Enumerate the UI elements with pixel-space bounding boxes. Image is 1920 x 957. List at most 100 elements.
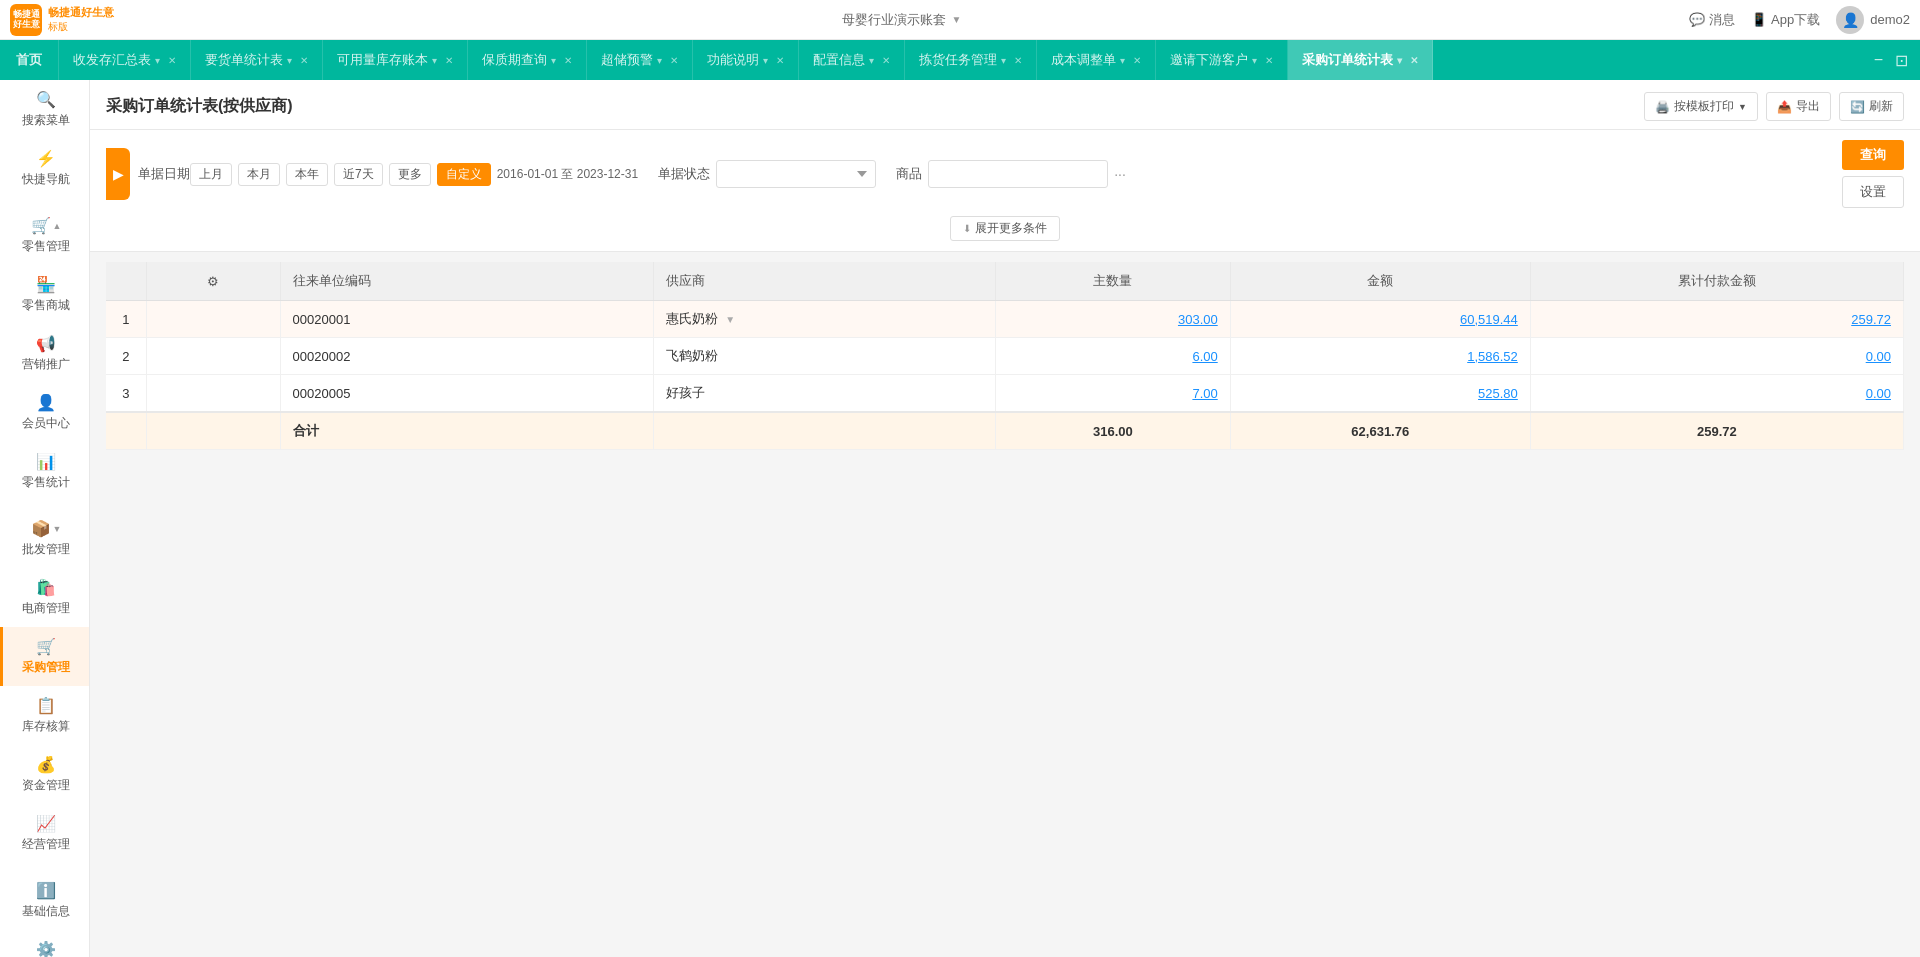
logo-icon-text: 畅捷通好生意 [13, 10, 40, 30]
row2-amount[interactable]: 1,586.52 [1230, 338, 1530, 375]
tab-yaohuo[interactable]: 要货单统计表 ▾ ✕ [191, 40, 323, 80]
col-amount: 金额 [1230, 262, 1530, 301]
tab-baozhi-label: 保质期查询 [482, 51, 547, 69]
tab-chengben[interactable]: 成本调整单 ▾ ✕ [1037, 40, 1156, 80]
nav-minimize-icon[interactable]: − [1870, 47, 1887, 73]
user-menu[interactable]: 👤 demo2 [1836, 6, 1910, 34]
app-download-button[interactable]: 📱 App下载 [1751, 11, 1820, 29]
tab-shoufahu[interactable]: 收发存汇总表 ▾ ✕ [59, 40, 191, 80]
refresh-button[interactable]: 🔄 刷新 [1839, 92, 1904, 121]
export-button[interactable]: 📤 导出 [1766, 92, 1831, 121]
filter-actions: 查询 设置 [1842, 140, 1904, 208]
col-supplier-label: 供应商 [666, 273, 705, 288]
tab-caigou[interactable]: 采购订单统计表 ▾ ✕ [1288, 40, 1433, 80]
row1-qty[interactable]: 303.00 [996, 301, 1231, 338]
nav-maximize-icon[interactable]: ⊡ [1891, 47, 1912, 74]
tab-chaochu-close-icon[interactable]: ✕ [670, 55, 678, 66]
sidebar-item-batch[interactable]: 📦 ▼ 批发管理 [0, 509, 89, 568]
sidebar-item-purchase[interactable]: 🛒 采购管理 [0, 627, 89, 686]
tab-keyongliang-close-icon[interactable]: ✕ [445, 55, 453, 66]
date-this-month-button[interactable]: 本月 [238, 163, 280, 186]
sidebar-item-ecom[interactable]: 🛍️ 电商管理 [0, 568, 89, 627]
col-amount-label: 金额 [1367, 273, 1393, 288]
sidebar-item-search[interactable]: 🔍 搜索菜单 [0, 80, 89, 139]
row1-code: 00020001 [280, 301, 653, 338]
row3-amount[interactable]: 525.80 [1230, 375, 1530, 413]
tab-keyongliang[interactable]: 可用量库存账本 ▾ ✕ [323, 40, 468, 80]
tab-tuohuo-close-icon[interactable]: ✕ [1014, 55, 1022, 66]
row1-paid[interactable]: 259.72 [1530, 301, 1903, 338]
expand-conditions-button[interactable]: ⬇ 展开更多条件 [950, 216, 1060, 241]
tab-baozhi-close-icon[interactable]: ✕ [564, 55, 572, 66]
sidebar-item-retail-shop[interactable]: 🏪 零售商城 [0, 265, 89, 324]
app-wrapper: 畅捷通好生意 畅捷通好生意 标版 母婴行业演示账套 ▼ 💬 消息 📱 App下载 [0, 0, 1920, 957]
filter-toggle-button[interactable]: ▶ [106, 148, 130, 200]
tab-baozhi[interactable]: 保质期查询 ▾ ✕ [468, 40, 587, 80]
query-button[interactable]: 查询 [1842, 140, 1904, 170]
row2-settings [146, 338, 280, 375]
tab-chaochu[interactable]: 超储预警 ▾ ✕ [587, 40, 693, 80]
settings-button[interactable]: 设置 [1842, 176, 1904, 208]
row1-idx: 1 [106, 301, 146, 338]
date-7days-button[interactable]: 近7天 [334, 163, 383, 186]
col-settings[interactable]: ⚙ [146, 262, 280, 301]
sidebar-item-retail[interactable]: 🛒 ▲ 零售管理 [0, 206, 89, 265]
tab-chengben-close-icon[interactable]: ✕ [1133, 55, 1141, 66]
row3-qty[interactable]: 7.00 [996, 375, 1231, 413]
message-button[interactable]: 💬 消息 [1689, 11, 1735, 29]
goods-filter: 商品 ··· [896, 160, 1126, 188]
tab-caigou-close-icon[interactable]: ✕ [1410, 55, 1418, 66]
row1-settings [146, 301, 280, 338]
sidebar-item-marketing[interactable]: 📢 营销推广 [0, 324, 89, 383]
tab-yaohuo-close-icon[interactable]: ✕ [300, 55, 308, 66]
goods-more-icon[interactable]: ··· [1114, 166, 1126, 182]
sidebar-item-shortcut[interactable]: ⚡ 快捷导航 [0, 139, 89, 198]
tab-caigou-label: 采购订单统计表 [1302, 51, 1393, 69]
row1-supplier: 惠氏奶粉 ▼ [653, 301, 995, 338]
print-button[interactable]: 🖨️ 按模板打印 ▼ [1644, 92, 1758, 121]
tab-tuohuo[interactable]: 拣货任务管理 ▾ ✕ [905, 40, 1037, 80]
status-select[interactable] [716, 160, 876, 188]
col-code-label: 往来单位编码 [293, 273, 371, 288]
date-custom-badge[interactable]: 自定义 [437, 163, 491, 186]
table-settings-icon[interactable]: ⚙ [207, 274, 219, 289]
sidebar-item-system[interactable]: ⚙️ 系统管理 [0, 930, 89, 957]
tab-yaoqing[interactable]: 邀请下游客户 ▾ ✕ [1156, 40, 1288, 80]
tab-gongneng[interactable]: 功能说明 ▾ ✕ [693, 40, 799, 80]
sidebar-item-member[interactable]: 👤 会员中心 [0, 383, 89, 442]
batch-icon: 📦 [31, 519, 51, 538]
data-table: ⚙ 往来单位编码 供应商 主数量 [106, 262, 1904, 450]
tab-yaoqing-close-icon[interactable]: ✕ [1265, 55, 1273, 66]
workspace-selector[interactable]: 母婴行业演示账套 ▼ [842, 11, 962, 29]
goods-filter-label: 商品 [896, 165, 922, 183]
table-header: ⚙ 往来单位编码 供应商 主数量 [106, 262, 1904, 301]
tab-peizhi-close-icon[interactable]: ✕ [882, 55, 890, 66]
date-last-month-button[interactable]: 上月 [190, 163, 232, 186]
row1-amount[interactable]: 60,519.44 [1230, 301, 1530, 338]
sidebar-item-retail-shop-label: 零售商城 [22, 297, 70, 314]
row2-qty[interactable]: 6.00 [996, 338, 1231, 375]
row3-paid[interactable]: 0.00 [1530, 375, 1903, 413]
col-paid-label: 累计付款金额 [1678, 273, 1756, 288]
content-area: 采购订单统计表(按供应商) 🖨️ 按模板打印 ▼ 📤 导出 🔄 刷新 [90, 80, 1920, 957]
row1-expand-icon[interactable]: ▼ [725, 314, 735, 325]
marketing-icon: 📢 [36, 334, 56, 353]
date-more-button[interactable]: 更多 [389, 163, 431, 186]
date-range-display: 2016-01-01 至 2023-12-31 [497, 166, 638, 183]
sidebar-item-retail-stats[interactable]: 📊 零售统计 [0, 442, 89, 501]
row2-paid[interactable]: 0.00 [1530, 338, 1903, 375]
tab-peizhi[interactable]: 配置信息 ▾ ✕ [799, 40, 905, 80]
ops-icon: 📈 [36, 814, 56, 833]
sidebar-item-finance[interactable]: 💰 资金管理 [0, 745, 89, 804]
tab-gongneng-close-icon[interactable]: ✕ [776, 55, 784, 66]
tab-shoufahu-close-icon[interactable]: ✕ [168, 55, 176, 66]
sidebar-item-ops[interactable]: 📈 经营管理 [0, 804, 89, 863]
col-qty-label: 主数量 [1093, 273, 1132, 288]
sidebar-item-basic[interactable]: ℹ️ 基础信息 [0, 871, 89, 930]
goods-input[interactable] [928, 160, 1108, 188]
tab-home[interactable]: 首页 [0, 40, 59, 80]
date-this-year-button[interactable]: 本年 [286, 163, 328, 186]
sidebar-item-inventory[interactable]: 📋 库存核算 [0, 686, 89, 745]
footer-paid: 259.72 [1530, 412, 1903, 450]
row3-idx: 3 [106, 375, 146, 413]
